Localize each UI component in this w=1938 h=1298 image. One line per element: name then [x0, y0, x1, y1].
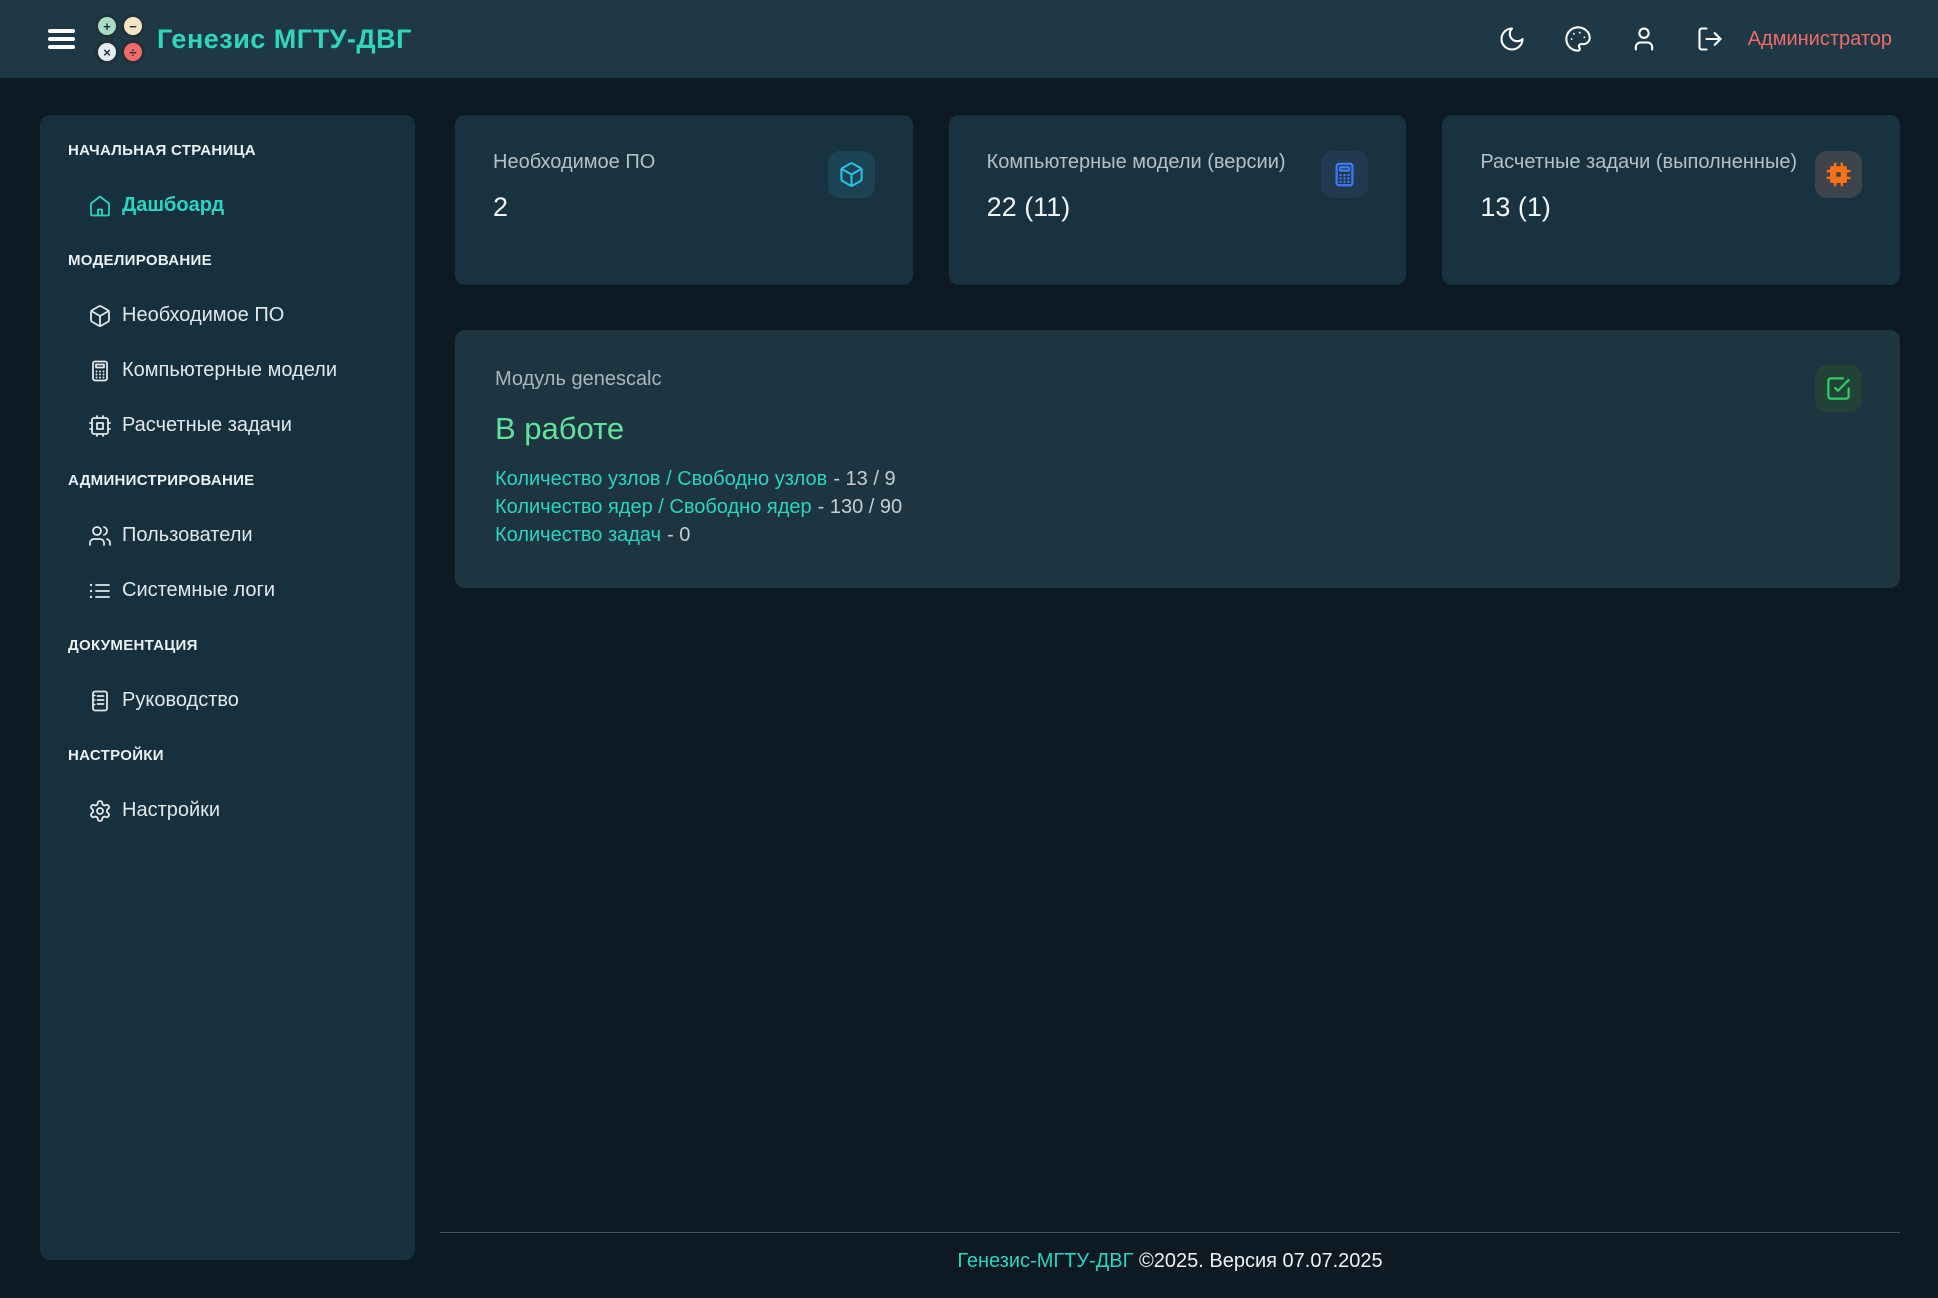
sidebar-section-administration: АДМИНИСТРИРОВАНИЕ [68, 472, 255, 489]
footer-copyright: ©2025. Версия 07.07.2025 [1139, 1250, 1383, 1272]
module-card: Модуль genescalc В работе Количество узл… [455, 330, 1900, 588]
sidebar-item-label: Необходимое ПО [122, 304, 285, 326]
stat-card-value: 2 [493, 192, 509, 222]
user-icon [1634, 27, 1653, 51]
stat-card-icon-tile [1321, 151, 1369, 198]
module-stats: Количество узлов / Свободно узлов - 13 / … [495, 465, 1860, 549]
users-icon [89, 525, 111, 546]
stat-card-computer-models: Компьютерные модели (версии) 22 (11) [948, 115, 1407, 285]
sidebar-item-system-logs[interactable]: Системные логи [40, 563, 415, 618]
stat-card-calc-tasks: Расчетные задачи (выполненные) 13 (1) [1442, 115, 1900, 285]
sidebar-section-modeling: МОДЕЛИРОВАНИЕ [68, 252, 212, 269]
stat-card-icon-tile [1814, 151, 1862, 198]
module-stat-value: - 130 / 90 [817, 496, 903, 518]
sidebar-item-label: Пользователи [122, 524, 253, 546]
box-icon [840, 162, 863, 187]
module-stat-line: Количество ядер / Свободно ядер - 130 / 9… [495, 493, 1860, 521]
stat-card-label: Необходимое ПО [493, 151, 656, 173]
logout-button[interactable] [1696, 25, 1724, 53]
multiply-icon: × [95, 40, 119, 64]
sidebar-item-label: Руководство [122, 689, 239, 711]
theme-mode-button[interactable] [1498, 25, 1526, 53]
box-icon [90, 304, 110, 327]
module-stat-label: Количество ядер / Свободно ядер [495, 496, 812, 518]
sidebar-item-computer-models[interactable]: Компьютерные модели [40, 343, 415, 398]
module-card-label: Модуль genescalc [495, 368, 662, 390]
sidebar-item-label: Системные логи [122, 579, 276, 601]
footer: Генезис-МГТУ-ДВГ ©2025. Версия 07.07.202… [440, 1250, 1900, 1273]
hamburger-bar [48, 37, 75, 41]
module-stat-line: Количество задач - 0 [495, 521, 1860, 549]
stat-card-label: Расчетные задачи (выполненные) [1480, 151, 1798, 173]
stat-card-software: Необходимое ПО 2 [455, 115, 913, 285]
list-icon [89, 583, 110, 598]
sidebar-section-settings: НАСТРОЙКИ [68, 747, 164, 764]
sidebar-item-settings[interactable]: Настройки [40, 783, 415, 838]
minus-icon: − [121, 14, 145, 38]
stat-card-label: Компьютерные модели (версии) [986, 151, 1286, 173]
sidebar-item-label: Компьютерные модели [122, 359, 338, 381]
app-logo[interactable]: + − × ÷ [95, 14, 145, 64]
footer-divider [440, 1232, 1900, 1233]
module-stat-label: Количество узлов / Свободно узлов [495, 468, 828, 490]
module-status-icon-tile [1815, 365, 1862, 412]
stat-card-value: 13 (1) [1480, 192, 1551, 222]
header-actions: Администратор [1498, 25, 1892, 53]
sidebar-item-label: Дашбоард [122, 194, 225, 216]
sidebar-item-manual[interactable]: Руководство [40, 673, 415, 728]
sidebar-item-users[interactable]: Пользователи [40, 508, 415, 563]
palette-icon [1564, 26, 1591, 52]
module-stat-line: Количество узлов / Свободно узлов - 13 / … [495, 465, 1860, 493]
cpu-icon [89, 414, 111, 437]
book-icon [92, 690, 108, 711]
home-icon [90, 195, 110, 216]
footer-brand-link[interactable]: Генезис-МГТУ-ДВГ [957, 1250, 1133, 1272]
module-stat-label: Количество задач [495, 524, 662, 546]
module-stat-value: - 0 [667, 524, 691, 546]
sidebar-section-home: НАЧАЛЬНАЯ СТРАНИЦА [68, 142, 256, 159]
sidebar-item-label: Настройки [122, 799, 221, 821]
cpu-icon [1826, 162, 1851, 187]
sidebar-section-documentation: ДОКУМЕНТАЦИЯ [68, 637, 198, 654]
profile-button[interactable] [1630, 25, 1658, 53]
sidebar: НАЧАЛЬНАЯ СТРАНИЦА Дашбоард МОДЕЛИРОВАНИ… [40, 115, 415, 1260]
calculator-icon [1335, 162, 1354, 187]
app-title: Генезис МГТУ-ДВГ [157, 23, 412, 54]
module-stat-value: - 13 / 9 [833, 468, 896, 490]
plus-icon: + [95, 14, 119, 38]
divide-icon: ÷ [121, 40, 145, 64]
calculator-icon [92, 360, 108, 381]
gear-icon [90, 799, 110, 822]
header: + − × ÷ Генезис МГТУ-ДВГ Администратор [0, 0, 1938, 78]
logout-icon [1698, 27, 1722, 51]
stat-cards-row: Необходимое ПО 2 Компьютерные модели (ве… [455, 115, 1900, 285]
check-square-icon [1827, 377, 1850, 400]
hamburger-bar [48, 29, 75, 33]
moon-icon [1500, 27, 1524, 51]
palette-button[interactable] [1564, 25, 1592, 53]
sidebar-item-calc-tasks[interactable]: Расчетные задачи [40, 398, 415, 453]
sidebar-item-label: Расчетные задачи [122, 414, 292, 436]
stat-card-value: 22 (11) [986, 192, 1071, 222]
module-status: В работе [495, 411, 625, 446]
hamburger-bar [48, 45, 75, 49]
sidebar-item-software[interactable]: Необходимое ПО [40, 288, 415, 343]
user-role-label: Администратор [1747, 27, 1892, 50]
menu-toggle-button[interactable] [48, 29, 75, 49]
stat-card-icon-tile [827, 151, 875, 198]
sidebar-item-dashboard[interactable]: Дашбоард [40, 178, 415, 233]
